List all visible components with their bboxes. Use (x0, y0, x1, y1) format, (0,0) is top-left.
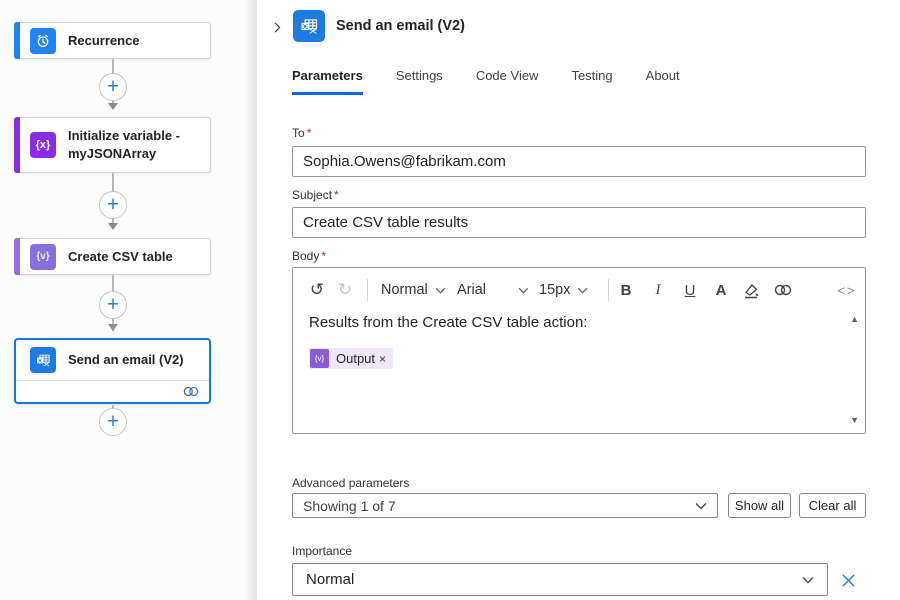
token-remove-icon[interactable]: × (379, 352, 386, 366)
undo-icon[interactable]: ↺ (305, 278, 329, 302)
data-operation-icon: {v} (30, 244, 56, 270)
advanced-parameters-dropdown[interactable]: Showing 1 of 7 (292, 493, 718, 518)
subject-label: Subject* (292, 188, 339, 202)
tab-testing[interactable]: Testing (571, 68, 612, 95)
importance-value: Normal (306, 571, 354, 588)
clear-all-button[interactable]: Clear all (799, 493, 866, 518)
chevron-down-icon (435, 287, 446, 294)
advanced-parameters-label: Advanced parameters (292, 476, 409, 490)
plus-icon: + (107, 194, 119, 215)
code-view-icon[interactable]: <> (835, 278, 859, 302)
body-rich-text-editor[interactable]: ↺ ↻ Normal Arial 15px B I U A (292, 267, 866, 434)
node-accent-bar (14, 22, 20, 59)
panel-tabs: Parameters Settings Code View Testing Ab… (292, 68, 680, 95)
link-icon[interactable] (771, 278, 795, 302)
node-recurrence[interactable]: Recurrence (14, 22, 211, 59)
node-create-csv-table[interactable]: {v} Create CSV table (14, 238, 211, 275)
tab-code-view[interactable]: Code View (476, 68, 539, 95)
panel-title: Send an email (V2) (336, 18, 465, 34)
workflow-canvas: Recurrence + {x} Initialize variable - m… (0, 0, 257, 600)
tab-about[interactable]: About (646, 68, 680, 95)
close-icon (841, 573, 856, 588)
insert-step-button[interactable]: + (99, 408, 127, 436)
remove-importance-button[interactable] (838, 570, 858, 590)
token-label: Output (336, 351, 375, 366)
underline-icon[interactable]: U (678, 278, 702, 302)
insert-step-button[interactable]: + (99, 73, 127, 101)
subject-input[interactable]: Create CSV table results (292, 207, 866, 238)
advanced-parameters-value: Showing 1 of 7 (303, 498, 396, 514)
required-asterisk: * (307, 126, 312, 140)
outlook-icon (30, 347, 56, 373)
body-text[interactable]: Results from the Create CSV table action… (309, 314, 587, 331)
flow-designer: Recurrence + {x} Initialize variable - m… (0, 0, 900, 600)
connector-arrow (108, 223, 118, 230)
font-size-dropdown[interactable]: 15px (539, 279, 588, 301)
variable-icon: {x} (30, 132, 56, 158)
recurrence-clock-icon (30, 28, 56, 54)
scroll-down-icon[interactable]: ▼ (850, 415, 859, 425)
importance-dropdown[interactable]: Normal (292, 563, 828, 596)
tab-parameters[interactable]: Parameters (292, 68, 363, 95)
plus-icon: + (107, 411, 119, 432)
chevron-right-icon (271, 21, 284, 34)
chevron-down-icon (695, 502, 707, 510)
text-style-dropdown[interactable]: Normal (381, 279, 446, 301)
chevron-down-icon (577, 287, 588, 294)
to-label: To* (292, 126, 311, 140)
node-label: Recurrence (68, 32, 140, 50)
node-send-an-email[interactable]: Send an email (V2) (14, 338, 211, 404)
required-asterisk: * (321, 249, 326, 263)
data-operation-icon: {v} (310, 349, 329, 368)
redo-icon[interactable]: ↻ (333, 278, 357, 302)
node-accent-bar (14, 238, 20, 275)
show-all-button[interactable]: Show all (728, 493, 791, 518)
connection-icon[interactable] (182, 385, 200, 398)
body-label: Body* (292, 249, 326, 263)
chevron-down-icon (802, 576, 814, 584)
italic-icon[interactable]: I (646, 278, 670, 302)
connector-arrow (108, 324, 118, 331)
toolbar-separator (367, 279, 368, 301)
importance-label: Importance (292, 544, 352, 558)
bold-icon[interactable]: B (614, 278, 638, 302)
node-label: Send an email (V2) (68, 351, 184, 369)
node-label: Create CSV table (68, 248, 173, 266)
action-details-panel: Send an email (V2) Parameters Settings C… (257, 0, 900, 600)
chevron-down-icon (518, 287, 529, 294)
highlight-icon[interactable] (739, 278, 763, 302)
font-family-dropdown[interactable]: Arial (457, 279, 529, 301)
scroll-up-icon[interactable]: ▲ (850, 314, 859, 324)
plus-icon: + (107, 294, 119, 315)
outlook-icon (293, 10, 325, 42)
to-input[interactable]: Sophia.Owens@fabrikam.com (292, 146, 866, 177)
insert-step-button[interactable]: + (99, 191, 127, 219)
tab-settings[interactable]: Settings (396, 68, 443, 95)
font-color-icon[interactable]: A (709, 278, 733, 302)
collapse-panel-button[interactable] (267, 17, 287, 37)
plus-icon: + (107, 76, 119, 97)
required-asterisk: * (334, 188, 339, 202)
node-initialize-variable[interactable]: {x} Initialize variable - myJSONArray (14, 117, 211, 173)
output-token[interactable]: {v} Output × (309, 348, 393, 369)
node-label: Initialize variable - myJSONArray (68, 127, 202, 162)
toolbar-separator (608, 279, 609, 301)
node-accent-bar (14, 117, 20, 173)
connector-arrow (108, 103, 118, 110)
panel-edge-shadow (244, 0, 257, 600)
insert-step-button[interactable]: + (99, 291, 127, 319)
